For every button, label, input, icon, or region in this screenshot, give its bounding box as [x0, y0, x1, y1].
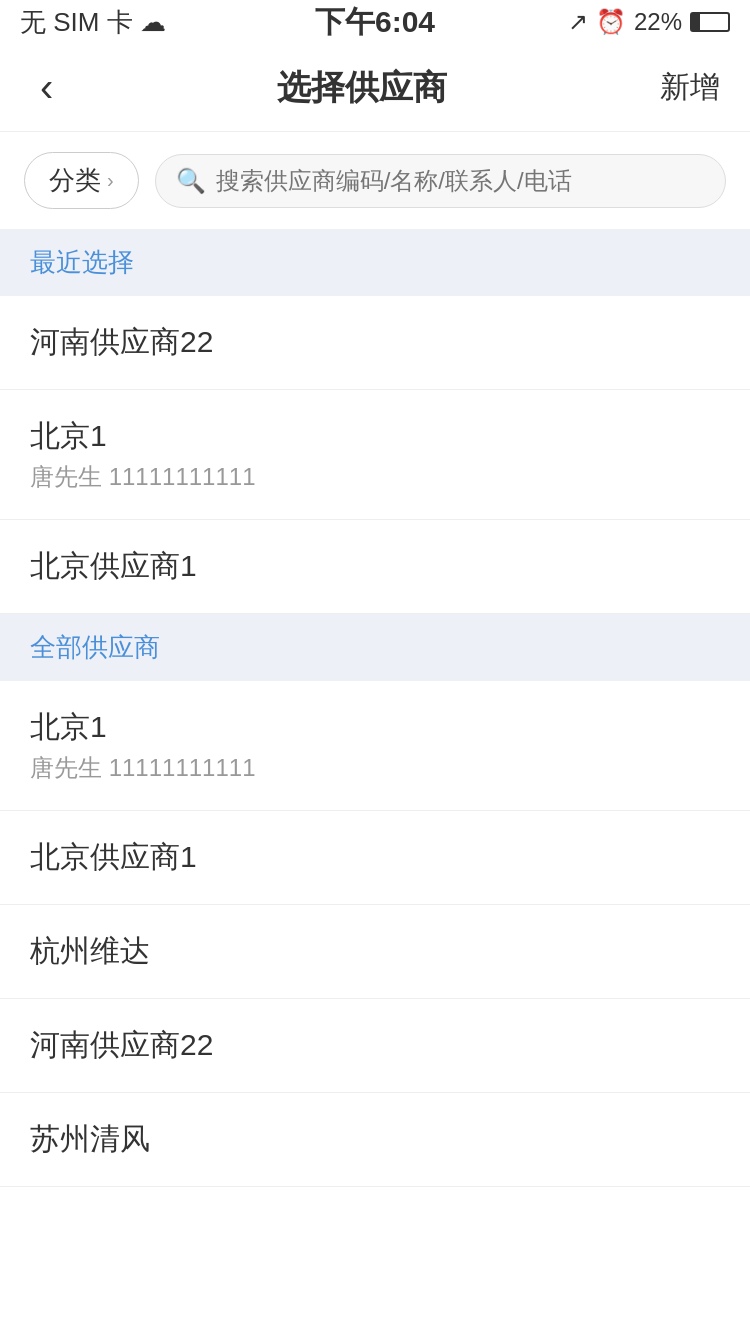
list-item[interactable]: 北京1 唐先生 11111111111: [0, 681, 750, 811]
sim-label: 无 SIM 卡 ☁: [20, 5, 166, 40]
item-name: 河南供应商22: [30, 1025, 720, 1066]
status-bar: 无 SIM 卡 ☁ 下午6:04 ↗ ⏰ 22%: [0, 0, 750, 44]
item-name: 杭州维达: [30, 931, 720, 972]
category-label: 分类: [49, 163, 101, 198]
recent-list: 河南供应商22 北京1 唐先生 11111111111 北京供应商1: [0, 296, 750, 614]
search-box: 🔍: [155, 154, 726, 208]
item-detail: 唐先生 11111111111: [30, 752, 720, 784]
all-section-header: 全部供应商: [0, 614, 750, 681]
add-button[interactable]: 新增: [660, 67, 720, 108]
item-name: 北京1: [30, 707, 720, 748]
list-item[interactable]: 北京供应商1: [0, 520, 750, 614]
list-item[interactable]: 杭州维达: [0, 905, 750, 999]
item-name: 北京1: [30, 416, 720, 457]
location-icon: ↗: [568, 8, 588, 36]
status-time: 下午6:04: [315, 2, 435, 43]
battery-icon: [690, 12, 730, 32]
list-item[interactable]: 河南供应商22: [0, 296, 750, 390]
status-left: 无 SIM 卡 ☁: [20, 5, 166, 40]
list-item[interactable]: 北京供应商1: [0, 811, 750, 905]
nav-bar: ‹ 选择供应商 新增: [0, 44, 750, 132]
recent-section-header: 最近选择: [0, 229, 750, 296]
list-item[interactable]: 北京1 唐先生 11111111111: [0, 390, 750, 520]
item-name: 北京供应商1: [30, 546, 720, 587]
all-list: 北京1 唐先生 11111111111 北京供应商1 杭州维达 河南供应商22 …: [0, 681, 750, 1187]
back-button[interactable]: ‹: [30, 55, 63, 120]
search-icon: 🔍: [176, 167, 206, 195]
battery-label: 22%: [634, 8, 682, 36]
category-button[interactable]: 分类 ›: [24, 152, 139, 209]
item-name: 河南供应商22: [30, 322, 720, 363]
item-detail: 唐先生 11111111111: [30, 461, 720, 493]
filter-bar: 分类 › 🔍: [0, 132, 750, 229]
item-name: 苏州清风: [30, 1119, 720, 1160]
list-item[interactable]: 河南供应商22: [0, 999, 750, 1093]
alarm-icon: ⏰: [596, 8, 626, 36]
item-name: 北京供应商1: [30, 837, 720, 878]
status-right: ↗ ⏰ 22%: [568, 8, 730, 36]
chevron-right-icon: ›: [107, 169, 114, 192]
list-item[interactable]: 苏州清风: [0, 1093, 750, 1187]
page-title: 选择供应商: [277, 65, 447, 111]
search-input[interactable]: [216, 167, 705, 195]
